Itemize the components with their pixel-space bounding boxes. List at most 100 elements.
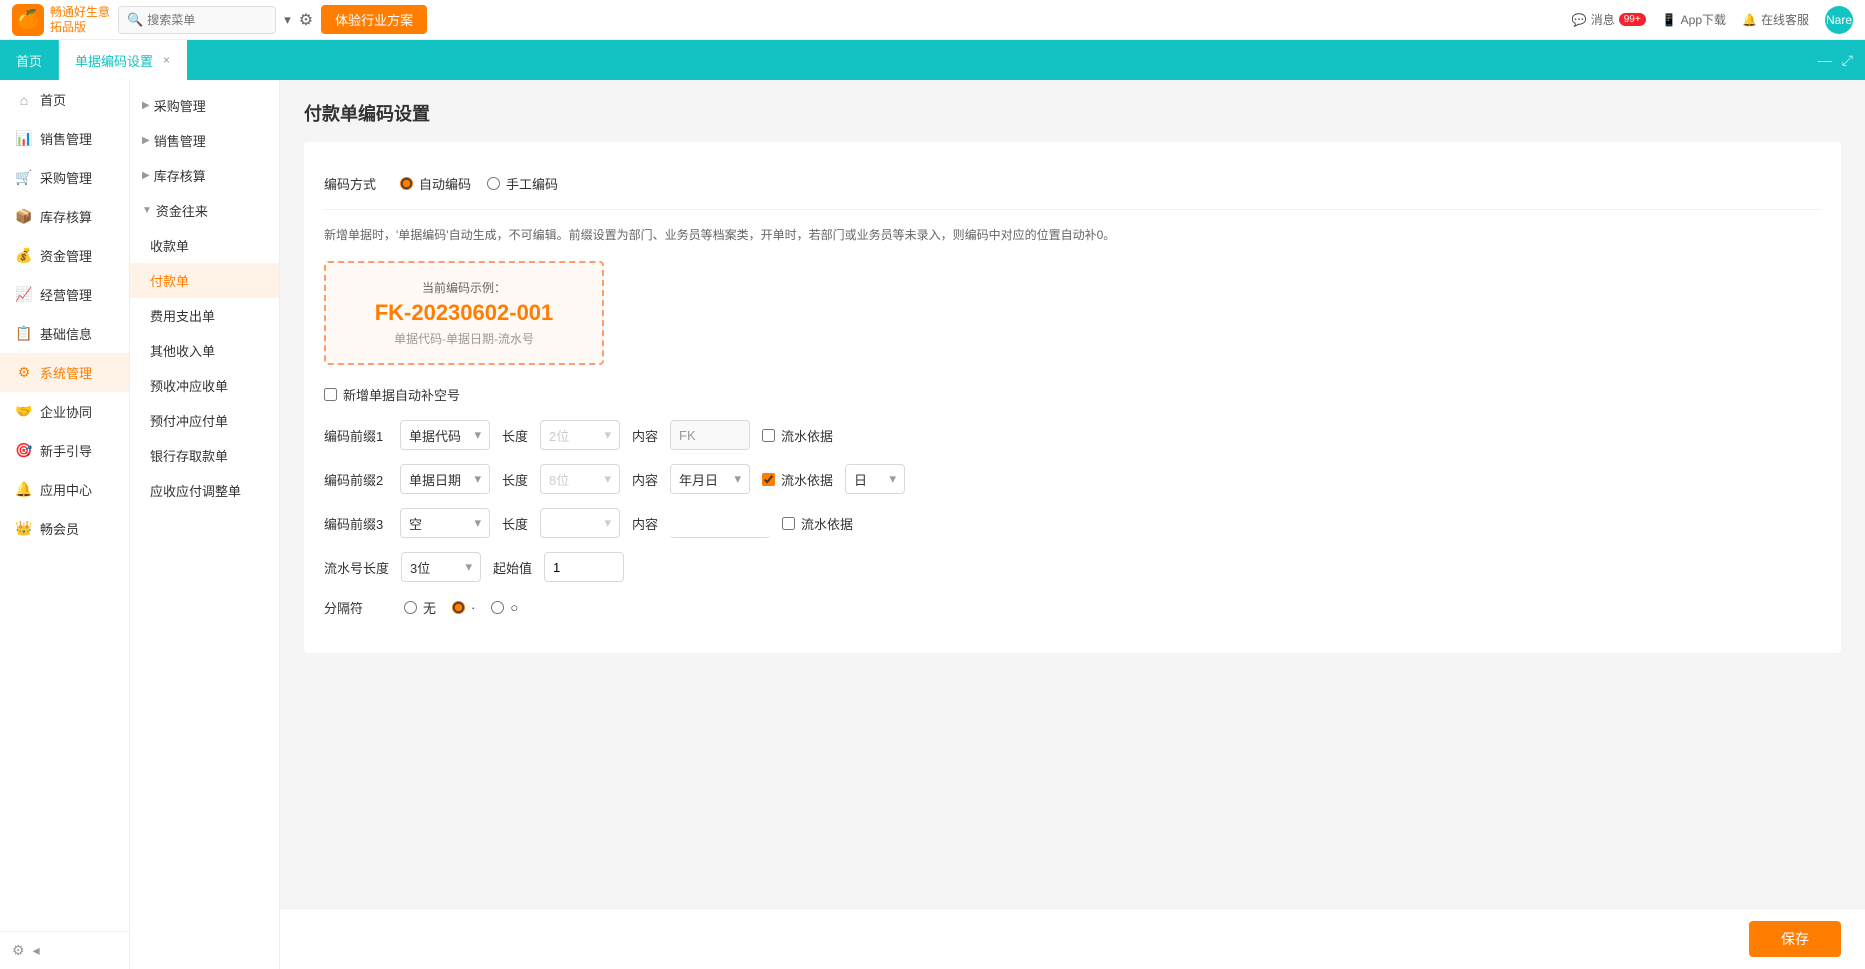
content-scrollable: 付款单编码设置 编码方式 自动编码 手工编码: [280, 80, 1865, 908]
separator-row: 分隔符 无 · ○: [324, 598, 1821, 617]
messages-label: 消息: [1591, 11, 1615, 28]
serial-start-input[interactable]: [544, 552, 624, 582]
service-icon: 🔔: [1742, 13, 1757, 27]
prefix-3-checkbox[interactable]: [782, 517, 795, 530]
content-footer: 保存: [280, 908, 1865, 969]
separator-none[interactable]: 无: [404, 598, 436, 617]
item-receipt[interactable]: 收款单: [130, 228, 279, 263]
radio-manual-input[interactable]: [487, 177, 500, 190]
sidebar-item-enterprise-label: 企业协同: [40, 402, 92, 421]
serial-start-label: 起始值: [493, 558, 532, 577]
separator-label: 分隔符: [324, 598, 388, 617]
prefix-1-checkbox[interactable]: [762, 429, 775, 442]
separator-dot-input[interactable]: [452, 601, 465, 614]
sidebar-item-enterprise[interactable]: 🤝 企业协同: [0, 392, 129, 431]
sidebar-item-finance[interactable]: 💰 资金管理: [0, 236, 129, 275]
minimize-icon[interactable]: —: [1818, 52, 1832, 68]
nav-tabs: 首页 单据编码设置 × — ⤢: [0, 40, 1865, 80]
prefix-1-select[interactable]: 单据代码: [400, 420, 490, 450]
prefix-3-content-label: 内容: [632, 514, 658, 533]
sidebar-settings-btn[interactable]: ⚙: [12, 942, 25, 959]
sidebar-item-app-center-label: 应用中心: [40, 480, 92, 499]
app-download-button[interactable]: 📱 App下载: [1662, 11, 1726, 28]
prefix-2-day-select[interactable]: 日: [845, 464, 905, 494]
sidebar-item-purchase[interactable]: 🛒 采购管理: [0, 158, 129, 197]
radio-auto-input[interactable]: [400, 177, 413, 190]
chevron-right-icon: ▶: [142, 100, 150, 111]
sidebar-collapse-btn[interactable]: ◂: [33, 942, 40, 959]
prefix-1-checkbox-label: 流水依据: [781, 426, 833, 445]
search-input[interactable]: [147, 13, 267, 27]
save-button[interactable]: 保存: [1749, 921, 1841, 957]
prefix-3-length-label: 长度: [502, 514, 528, 533]
separator-none-input[interactable]: [404, 601, 417, 614]
prefix-2-checkbox-group: 流水依据: [762, 470, 833, 489]
radio-auto[interactable]: 自动编码: [400, 174, 471, 193]
separator-circle-input[interactable]: [491, 601, 504, 614]
prefix-1-length-label: 长度: [502, 426, 528, 445]
sidebar-item-inventory-label: 库存核算: [40, 207, 92, 226]
sidebar-item-basic-info[interactable]: 📋 基础信息: [0, 314, 129, 353]
tab-single-encoding[interactable]: 单据编码设置 ×: [59, 40, 187, 80]
dropdown-icon[interactable]: ▾: [284, 12, 291, 28]
section-sales: ▶ 销售管理: [130, 123, 279, 158]
messages-button[interactable]: 💬 消息 99+: [1572, 11, 1646, 28]
message-icon: 💬: [1572, 13, 1587, 27]
search-box[interactable]: 🔍: [118, 6, 276, 34]
sidebar-item-guide[interactable]: 🎯 新手引导: [0, 431, 129, 470]
sidebar-item-operations[interactable]: 📈 经营管理: [0, 275, 129, 314]
sidebar-item-system[interactable]: ⚙ 系统管理: [0, 353, 129, 392]
serial-length-value: 3位: [410, 558, 430, 577]
tab-close-icon[interactable]: ×: [163, 53, 170, 67]
experience-button[interactable]: 体验行业方案: [321, 5, 427, 34]
expand-icon[interactable]: ⤢: [1842, 52, 1853, 69]
sidebar-item-member[interactable]: 👑 畅会员: [0, 509, 129, 548]
item-pre-payment-offset[interactable]: 预付冲应付单: [130, 403, 279, 438]
item-receivable-adjust[interactable]: 应收应付调整单: [130, 473, 279, 508]
home-icon: ⌂: [16, 92, 32, 108]
prefix-2-length-select[interactable]: 8位 ▾: [540, 464, 620, 494]
prefix-2-checkbox[interactable]: [762, 473, 775, 486]
encoding-method-label: 编码方式: [324, 174, 376, 193]
item-other-income[interactable]: 其他收入单: [130, 333, 279, 368]
prefix-2-content-value: 年月日: [679, 470, 718, 489]
sidebar-item-guide-label: 新手引导: [40, 441, 92, 460]
auto-fill-checkbox[interactable]: [324, 388, 337, 401]
item-payment[interactable]: 付款单: [130, 263, 279, 298]
item-expense[interactable]: 费用支出单: [130, 298, 279, 333]
section-sales-header[interactable]: ▶ 销售管理: [130, 123, 279, 158]
radio-manual[interactable]: 手工编码: [487, 174, 558, 193]
preview-box: 当前编码示例： FK-20230602-001 单据代码-单据日期-流水号: [324, 261, 604, 365]
tab-home-label: 首页: [16, 51, 42, 70]
sidebar-item-sales[interactable]: 📊 销售管理: [0, 119, 129, 158]
prefix-1-value: 单据代码: [409, 426, 461, 445]
user-avatar[interactable]: Nare: [1825, 6, 1853, 34]
sidebar-item-system-label: 系统管理: [40, 363, 92, 382]
system-icon: ⚙: [16, 365, 32, 381]
sidebar-item-inventory[interactable]: 📦 库存核算: [0, 197, 129, 236]
section-inventory-header[interactable]: ▶ 库存核算: [130, 158, 279, 193]
prefix-1-length-select[interactable]: 2位 ▾: [540, 420, 620, 450]
separator-dot[interactable]: ·: [452, 600, 475, 615]
prefix-2-label: 编码前缀2: [324, 470, 388, 489]
prefix-3-select[interactable]: 空: [400, 508, 490, 538]
serial-length-select[interactable]: 3位: [401, 552, 481, 582]
section-purchase-header[interactable]: ▶ 采购管理: [130, 88, 279, 123]
item-bank-deposit[interactable]: 银行存取款单: [130, 438, 279, 473]
section-capital-header[interactable]: ▼ 资金往来: [130, 193, 279, 228]
sidebar-item-app-center[interactable]: 🔔 应用中心: [0, 470, 129, 509]
online-service-button[interactable]: 🔔 在线客服: [1742, 11, 1809, 28]
prefix-2-select[interactable]: 单据日期: [400, 464, 490, 494]
item-pre-receipt-offset[interactable]: 预收冲应收单: [130, 368, 279, 403]
prefix-row-2: 编码前缀2 单据日期 长度 8位 ▾ 内容 年月日: [324, 464, 1821, 494]
prefix-2-content-select[interactable]: 年月日: [670, 464, 750, 494]
sidebar-item-home[interactable]: ⌂ 首页: [0, 80, 129, 119]
section-inventory-label: 库存核算: [154, 166, 206, 185]
radio-manual-label: 手工编码: [506, 174, 558, 193]
app-center-icon: 🔔: [16, 482, 32, 498]
tab-home[interactable]: 首页: [0, 40, 59, 80]
prefix-3-length-select[interactable]: ▾: [540, 508, 620, 538]
section-purchase: ▶ 采购管理: [130, 88, 279, 123]
separator-circle[interactable]: ○: [491, 600, 518, 615]
settings-icon[interactable]: ⚙: [299, 10, 313, 30]
